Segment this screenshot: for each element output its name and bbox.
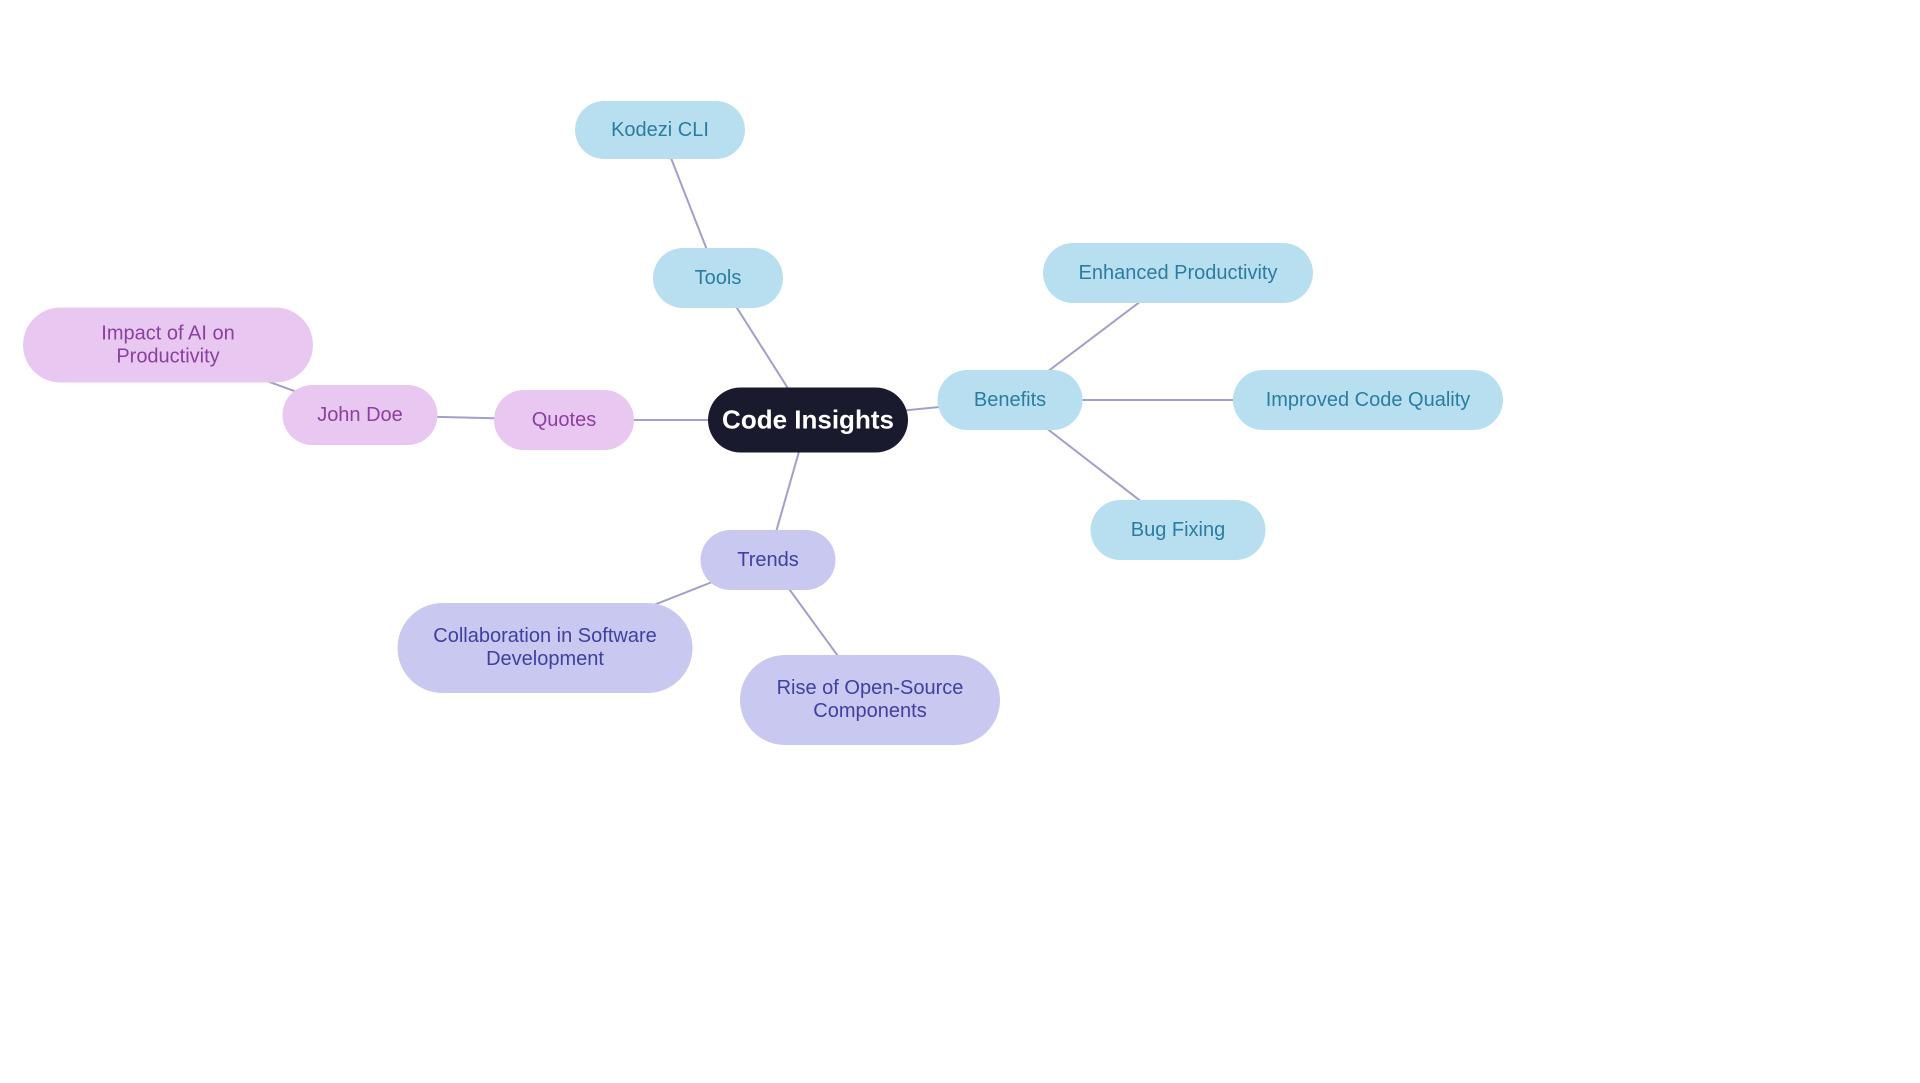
node-johndoe[interactable]: John Doe bbox=[283, 385, 438, 445]
mindmap-container: Code Insights Tools Kodezi CLI Quotes John D… bbox=[0, 0, 1920, 1083]
node-quotes[interactable]: Quotes bbox=[494, 390, 634, 450]
node-trends[interactable]: Trends bbox=[701, 530, 836, 590]
node-bugfix[interactable]: Bug Fixing bbox=[1091, 500, 1266, 560]
node-benefits[interactable]: Benefits bbox=[938, 370, 1083, 430]
node-collab[interactable]: Collaboration in Software Development bbox=[398, 603, 693, 693]
node-kodezi[interactable]: Kodezi CLI bbox=[575, 101, 745, 159]
node-tools[interactable]: Tools bbox=[653, 248, 783, 308]
node-impact[interactable]: Impact of AI on Productivity bbox=[23, 308, 313, 383]
node-opensource[interactable]: Rise of Open-Source Components bbox=[740, 655, 1000, 745]
node-improved[interactable]: Improved Code Quality bbox=[1233, 370, 1503, 430]
connections-svg bbox=[0, 0, 1920, 1083]
node-center[interactable]: Code Insights bbox=[708, 388, 908, 453]
node-enhanced[interactable]: Enhanced Productivity bbox=[1043, 243, 1313, 303]
